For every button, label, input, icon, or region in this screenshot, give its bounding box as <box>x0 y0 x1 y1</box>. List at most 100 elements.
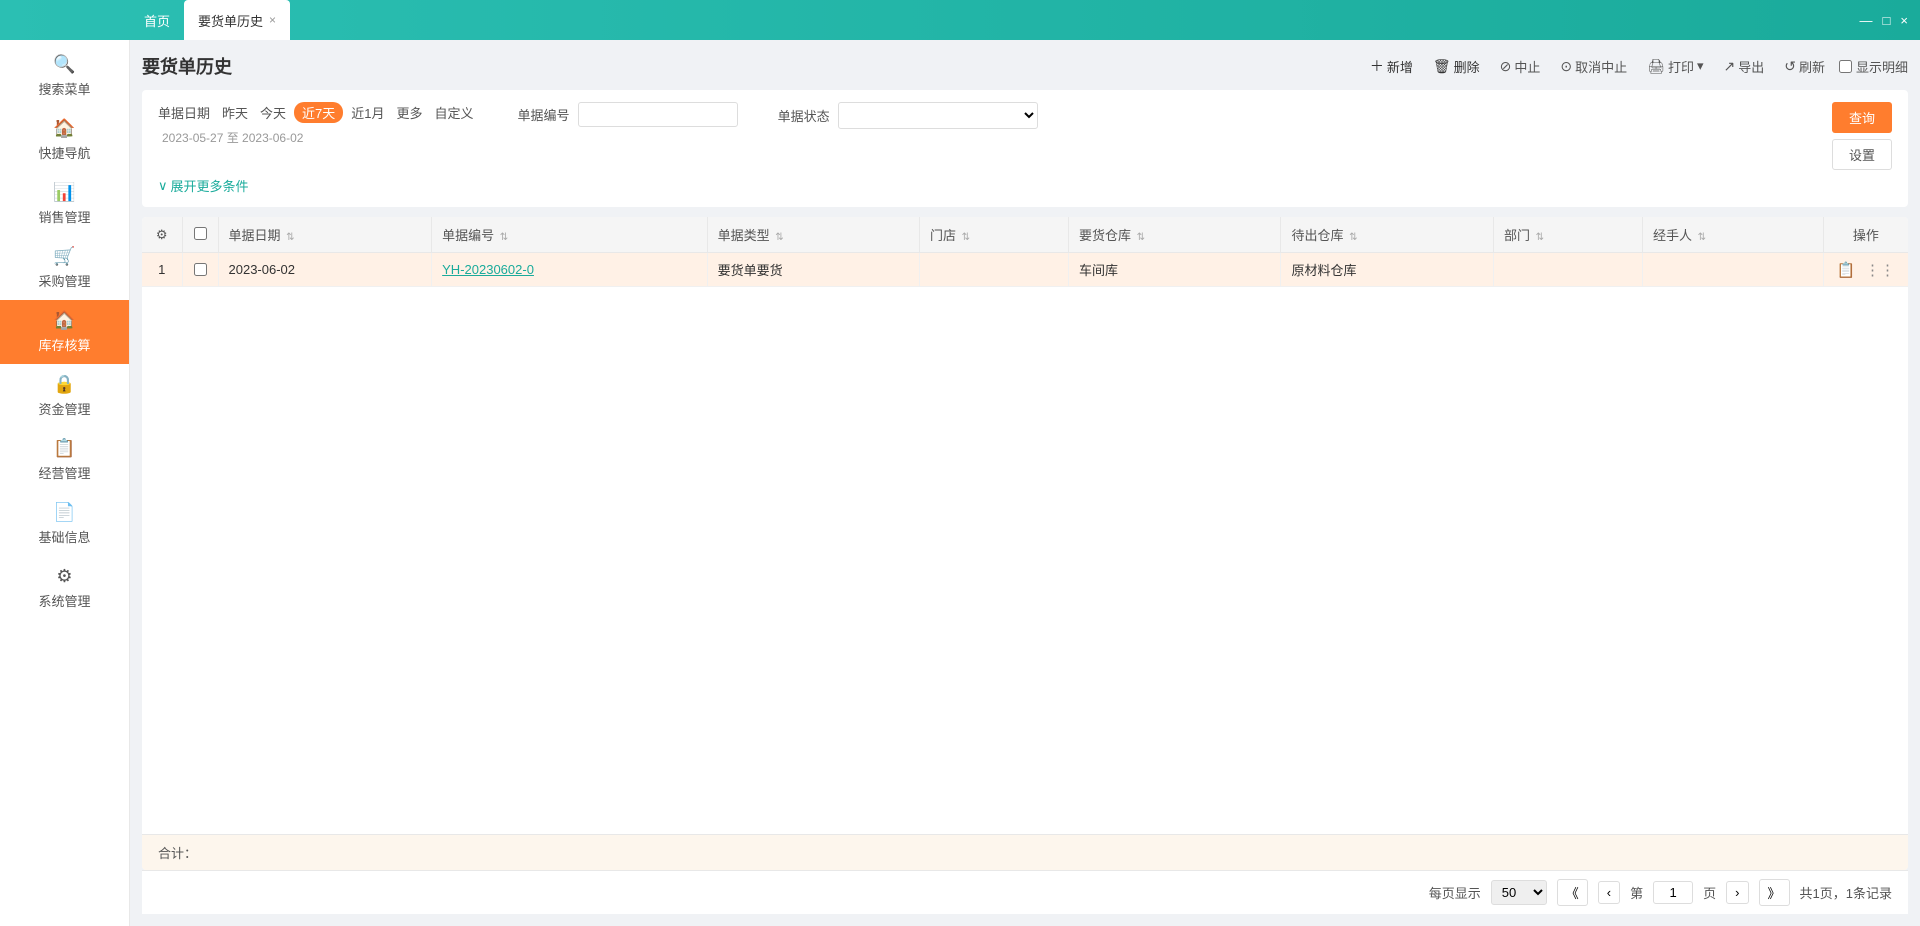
more-btn[interactable]: 更多 <box>393 102 427 123</box>
sidebar-label-system: 系统管理 <box>38 591 90 610</box>
next-page-btn[interactable]: › <box>1726 881 1748 904</box>
export-button[interactable]: ↗ 导出 <box>1717 53 1770 80</box>
display-detail-checkbox[interactable]: 显示明细 <box>1839 57 1908 76</box>
per-page-select[interactable]: 50 10 20 100 <box>1491 880 1547 905</box>
basic-info-icon: 📄 <box>53 502 75 523</box>
sort-pending-warehouse-icon: ⇅ <box>1349 232 1357 243</box>
table-wrapper: ⚙ 单据日期 ⇅ 单据编号 ⇅ 单据类型 ⇅ <box>142 217 1908 870</box>
minimize-icon[interactable]: — <box>1860 13 1873 28</box>
last-page-btn[interactable]: 》 <box>1759 879 1790 906</box>
col-store[interactable]: 门店 ⇅ <box>920 217 1069 253</box>
row-more-icon[interactable]: ⋮⋮ <box>1862 262 1898 279</box>
last1month-btn[interactable]: 近1月 <box>347 102 388 123</box>
suspend-icon: ⊘ <box>1500 58 1512 75</box>
sidebar-item-purchase[interactable]: 🛒 采购管理 <box>0 236 129 300</box>
export-label: 导出 <box>1738 57 1764 76</box>
cancel-suspend-label: 取消中止 <box>1575 57 1627 76</box>
cancel-suspend-button[interactable]: ⊙ 取消中止 <box>1554 53 1633 80</box>
sort-department-icon: ⇅ <box>1536 232 1544 243</box>
per-page-label: 每页显示 <box>1429 883 1481 902</box>
active-tab[interactable]: 要货单历史 × <box>184 0 290 40</box>
delete-label: 删除 <box>1454 57 1480 76</box>
expand-filter-btn[interactable]: ∨ 展开更多条件 <box>158 176 1892 195</box>
sidebar-label-inventory: 库存核算 <box>38 335 90 354</box>
cancel-suspend-icon: ⊙ <box>1560 58 1572 75</box>
suspend-label: 中止 <box>1514 57 1540 76</box>
suspend-button[interactable]: ⊘ 中止 <box>1494 53 1547 80</box>
prev-page-btn[interactable]: ‹ <box>1598 881 1620 904</box>
sort-doc-type-icon: ⇅ <box>775 232 783 243</box>
window-controls: — □ × <box>1860 13 1920 28</box>
sidebar-item-basic-info[interactable]: 📄 基础信息 <box>0 492 129 556</box>
sidebar: 🔍 搜索菜单 🏠 快捷导航 📊 销售管理 🛒 采购管理 🏠 库存核算 🔒 资金管… <box>0 40 130 926</box>
table-sum-row: 合计： <box>142 834 1908 870</box>
custom-btn[interactable]: 自定义 <box>431 102 478 123</box>
close-window-icon[interactable]: × <box>1900 13 1908 28</box>
operations-icon: 📋 <box>53 438 75 459</box>
delete-button[interactable]: 🗑 删除 <box>1427 53 1486 80</box>
row-doc-type: 要货单要货 <box>707 253 919 287</box>
home-tab[interactable]: 首页 <box>130 0 184 40</box>
col-settings[interactable]: ⚙ <box>142 217 182 253</box>
today-btn[interactable]: 今天 <box>256 102 290 123</box>
sidebar-label-finance: 资金管理 <box>38 399 90 418</box>
date-shortcuts: 昨天 今天 近7天 近1月 更多 自定义 <box>218 102 478 123</box>
display-detail-check[interactable] <box>1839 60 1852 73</box>
doc-no-input[interactable] <box>578 102 738 127</box>
page-number-input[interactable] <box>1653 881 1693 904</box>
data-table: ⚙ 单据日期 ⇅ 单据编号 ⇅ 单据类型 ⇅ <box>142 217 1908 287</box>
sidebar-label-search-menu: 搜索菜单 <box>38 79 90 98</box>
search-menu-icon: 🔍 <box>53 54 75 75</box>
maximize-icon[interactable]: □ <box>1883 13 1891 28</box>
refresh-icon: ↺ <box>1784 58 1796 75</box>
yesterday-btn[interactable]: 昨天 <box>218 102 252 123</box>
row-edit-icon[interactable]: 📋 <box>1834 262 1859 279</box>
sum-label: 合计： <box>158 843 197 862</box>
last7days-btn[interactable]: 近7天 <box>294 102 343 123</box>
row-checkbox[interactable] <box>194 263 207 276</box>
total-info: 共1页，1条记录 <box>1800 883 1892 902</box>
setting-button[interactable]: 设置 <box>1832 139 1892 170</box>
sort-handler-icon: ⇅ <box>1698 232 1706 243</box>
query-button[interactable]: 查询 <box>1832 102 1892 133</box>
first-page-btn[interactable]: 《 <box>1557 879 1588 906</box>
sidebar-item-search-menu[interactable]: 🔍 搜索菜单 <box>0 44 129 108</box>
doc-status-select[interactable] <box>838 102 1038 129</box>
col-doc-date[interactable]: 单据日期 ⇅ <box>218 217 432 253</box>
col-req-warehouse[interactable]: 要货仓库 ⇅ <box>1069 217 1281 253</box>
active-tab-label: 要货单历史 <box>198 11 263 30</box>
sidebar-item-operations[interactable]: 📋 经营管理 <box>0 428 129 492</box>
settings-icon[interactable]: ⚙ <box>156 227 168 242</box>
select-all-checkbox[interactable] <box>194 227 207 240</box>
col-doc-no[interactable]: 单据编号 ⇅ <box>432 217 707 253</box>
sidebar-item-quick-nav[interactable]: 🏠 快捷导航 <box>0 108 129 172</box>
sidebar-item-system[interactable]: ⚙ 系统管理 <box>0 556 129 620</box>
page-header: 要货单历史 ＋ 新增 🗑 删除 ⊘ 中止 ⊙ 取消中止 <box>142 52 1908 80</box>
sidebar-item-inventory[interactable]: 🏠 库存核算 <box>0 300 129 364</box>
refresh-button[interactable]: ↺ 刷新 <box>1778 53 1831 80</box>
sidebar-label-operations: 经营管理 <box>38 463 90 482</box>
col-doc-type[interactable]: 单据类型 ⇅ <box>707 217 919 253</box>
sidebar-item-sales[interactable]: 📊 销售管理 <box>0 172 129 236</box>
close-tab-icon[interactable]: × <box>269 13 276 27</box>
expand-filter-label: 展开更多条件 <box>171 176 249 195</box>
sidebar-label-sales: 销售管理 <box>38 207 90 226</box>
col-handler[interactable]: 经手人 ⇅ <box>1642 217 1823 253</box>
table-row: 1 2023-06-02 YH-20230602-0 要货单要货 车间库 <box>142 253 1908 287</box>
filter-docno-label: 单据编号 <box>518 105 570 124</box>
sidebar-item-finance[interactable]: 🔒 资金管理 <box>0 364 129 428</box>
add-button[interactable]: ＋ 新增 <box>1364 52 1419 80</box>
main-layout: 🔍 搜索菜单 🏠 快捷导航 📊 销售管理 🛒 采购管理 🏠 库存核算 🔒 资金管… <box>0 40 1920 926</box>
toolbar: ＋ 新增 🗑 删除 ⊘ 中止 ⊙ 取消中止 🖨 打印 <box>1364 52 1908 80</box>
filter-row: 单据日期 昨天 今天 近7天 近1月 更多 自定义 2023-05-27 至 2… <box>158 102 1892 170</box>
sidebar-label-purchase: 采购管理 <box>38 271 90 290</box>
sales-icon: 📊 <box>53 182 75 203</box>
inventory-icon: 🏠 <box>53 310 75 331</box>
doc-no-link[interactable]: YH-20230602-0 <box>442 262 534 277</box>
row-index: 1 <box>142 253 182 287</box>
col-pending-warehouse[interactable]: 待出仓库 ⇅ <box>1281 217 1493 253</box>
sort-req-warehouse-icon: ⇅ <box>1137 232 1145 243</box>
col-department[interactable]: 部门 ⇅ <box>1493 217 1642 253</box>
quick-nav-icon: 🏠 <box>53 118 75 139</box>
print-button[interactable]: 🖨 打印 ▾ <box>1641 53 1709 80</box>
